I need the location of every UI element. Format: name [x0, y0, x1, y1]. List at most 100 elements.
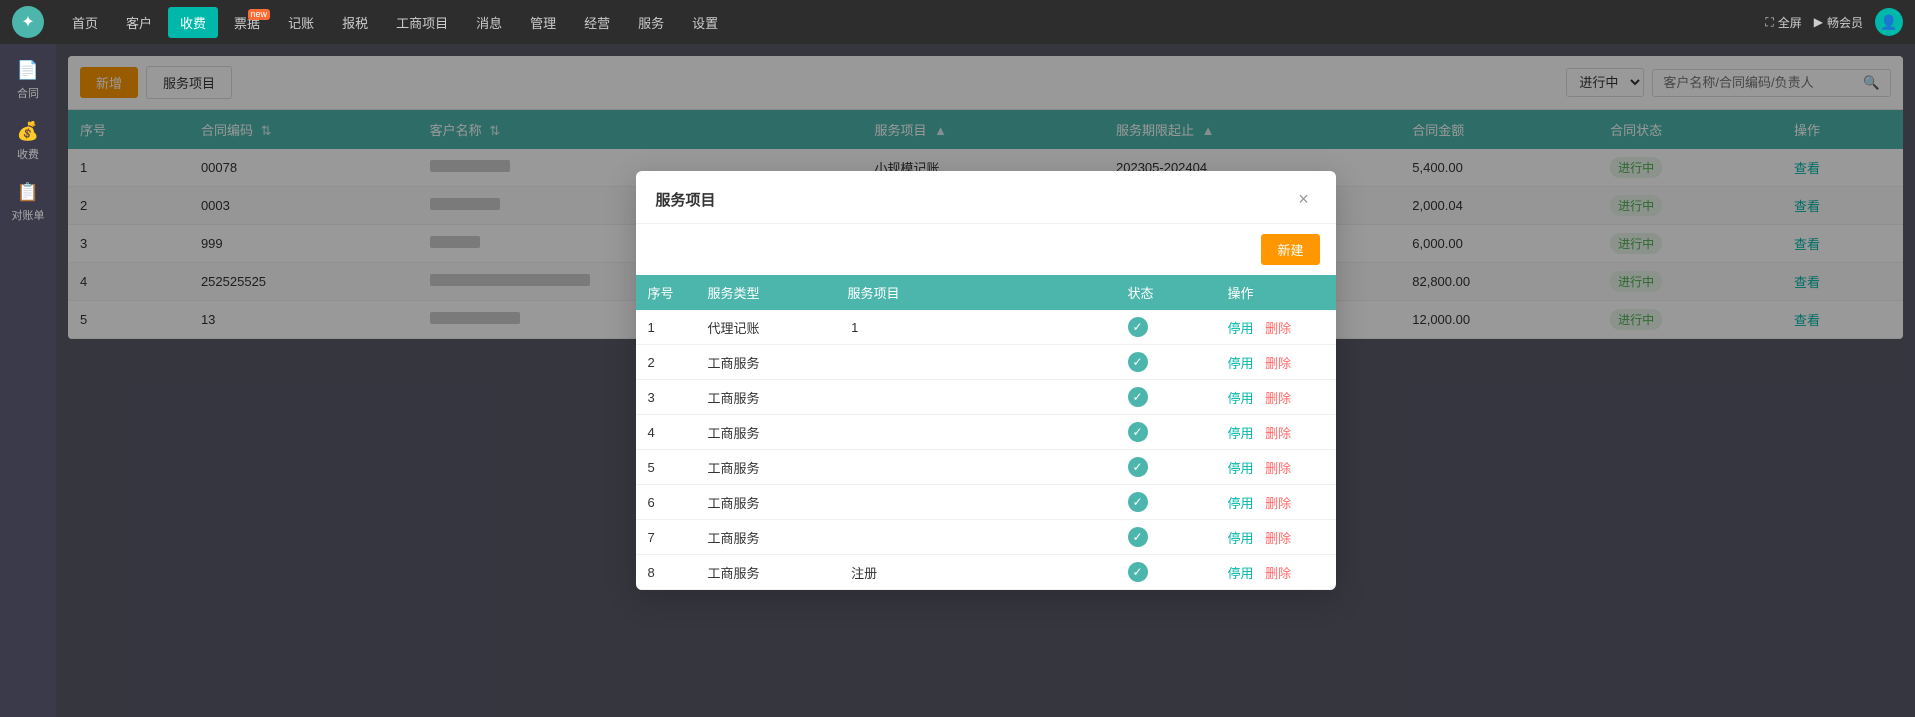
member-button[interactable]: ▶ 畅会员: [1814, 14, 1863, 31]
sidebar-item-billing[interactable]: 💰 收费: [4, 113, 52, 170]
service-items-modal: 服务项目 × 新建 序号 服务类型 服务项目 状态: [636, 171, 1336, 590]
modal-cell-status: ✓: [1116, 345, 1216, 380]
contract-icon: 📄: [17, 60, 39, 81]
status-check-icon: ✓: [1128, 562, 1148, 582]
modal-cell-status: ✓: [1116, 415, 1216, 450]
modal-cell-status: ✓: [1116, 520, 1216, 555]
modal-table-row: 7 工商服务 ✓ 停用 删除: [636, 520, 1336, 555]
modal-cell-seq: 5: [636, 450, 696, 485]
status-check-icon: ✓: [1128, 527, 1148, 547]
modal-col-status: 状态: [1116, 275, 1216, 310]
modal-cell-type: 代理记账: [696, 310, 836, 345]
nav-customer[interactable]: 客户: [114, 7, 164, 38]
modal-cell-action: 停用 删除: [1216, 380, 1336, 415]
modal-cell-status: ✓: [1116, 450, 1216, 485]
disable-link[interactable]: 停用: [1228, 461, 1254, 476]
modal-close-button[interactable]: ×: [1292, 187, 1316, 211]
sidebar-item-contract[interactable]: 📄 合同: [4, 52, 52, 109]
disable-link[interactable]: 停用: [1228, 496, 1254, 511]
nav-message[interactable]: 消息: [464, 7, 514, 38]
nav-service[interactable]: 服务: [626, 7, 676, 38]
modal-col-seq: 序号: [636, 275, 696, 310]
nav-account[interactable]: 记账: [276, 7, 326, 38]
billing-icon: 💰: [17, 121, 39, 142]
modal-cell-action: 停用 删除: [1216, 415, 1336, 450]
modal-cell-seq: 2: [636, 345, 696, 380]
member-icon: ▶: [1814, 15, 1823, 29]
modal-toolbar: 新建: [636, 224, 1336, 275]
modal-cell-seq: 1: [636, 310, 696, 345]
app-logo[interactable]: ✦: [12, 6, 44, 38]
modal-cell-item: [836, 520, 1116, 555]
modal-cell-seq: 4: [636, 415, 696, 450]
status-check-icon: ✓: [1128, 352, 1148, 372]
modal-new-button[interactable]: 新建: [1261, 234, 1319, 265]
disable-link[interactable]: 停用: [1228, 356, 1254, 371]
modal-cell-status: ✓: [1116, 380, 1216, 415]
modal-table-row: 5 工商服务 ✓ 停用 删除: [636, 450, 1336, 485]
status-check-icon: ✓: [1128, 457, 1148, 477]
delete-link[interactable]: 删除: [1265, 426, 1291, 441]
modal-cell-action: 停用 删除: [1216, 485, 1336, 520]
nav-tax[interactable]: 报税: [330, 7, 380, 38]
modal-table-row: 8 工商服务 注册 ✓ 停用 删除: [636, 555, 1336, 590]
modal-table-row: 3 工商服务 ✓ 停用 删除: [636, 380, 1336, 415]
modal-col-action: 操作: [1216, 275, 1336, 310]
nav-finance[interactable]: 经营: [572, 7, 622, 38]
nav-home[interactable]: 首页: [60, 7, 110, 38]
delete-link[interactable]: 删除: [1265, 531, 1291, 546]
modal-table-row: 6 工商服务 ✓ 停用 删除: [636, 485, 1336, 520]
modal-cell-type: 工商服务: [696, 380, 836, 415]
modal-cell-type: 工商服务: [696, 345, 836, 380]
delete-link[interactable]: 删除: [1265, 321, 1291, 336]
modal-col-type: 服务类型: [696, 275, 836, 310]
modal-cell-seq: 7: [636, 520, 696, 555]
status-check-icon: ✓: [1128, 422, 1148, 442]
disable-link[interactable]: 停用: [1228, 426, 1254, 441]
delete-link[interactable]: 删除: [1265, 496, 1291, 511]
disable-link[interactable]: 停用: [1228, 531, 1254, 546]
delete-link[interactable]: 删除: [1265, 566, 1291, 581]
nav-settings[interactable]: 设置: [680, 7, 730, 38]
sidebar-item-reconcile[interactable]: 📋 对账单: [4, 174, 52, 231]
modal-cell-item: 1: [836, 310, 1116, 345]
main-layout: 📄 合同 💰 收费 📋 对账单 新增 服务项目 进行中 已完成 已终止: [0, 44, 1915, 717]
disable-link[interactable]: 停用: [1228, 391, 1254, 406]
delete-link[interactable]: 删除: [1265, 461, 1291, 476]
user-avatar[interactable]: 👤: [1875, 8, 1903, 36]
modal-cell-status: ✓: [1116, 310, 1216, 345]
delete-link[interactable]: 删除: [1265, 391, 1291, 406]
top-navigation: ✦ 首页 客户 收费 票据 new 记账 报税 工商项目 消息 管理 经营 服务…: [0, 0, 1915, 44]
nav-manage[interactable]: 管理: [518, 7, 568, 38]
nav-industrial[interactable]: 工商项目: [384, 7, 460, 38]
invoice-badge: new: [248, 9, 271, 20]
fullscreen-button[interactable]: ⛶ 全屏: [1765, 14, 1801, 31]
modal-col-item: 服务项目: [836, 275, 1116, 310]
content-area: 新增 服务项目 进行中 已完成 已终止 🔍: [56, 44, 1915, 717]
modal-cell-type: 工商服务: [696, 415, 836, 450]
modal-cell-action: 停用 删除: [1216, 555, 1336, 590]
delete-link[interactable]: 删除: [1265, 356, 1291, 371]
modal-cell-action: 停用 删除: [1216, 520, 1336, 555]
modal-cell-type: 工商服务: [696, 555, 836, 590]
nav-billing[interactable]: 收费: [168, 7, 218, 38]
modal-cell-action: 停用 删除: [1216, 450, 1336, 485]
modal-cell-item: 注册: [836, 555, 1116, 590]
modal-body: 序号 服务类型 服务项目 状态 操作 1 代理记账 1 ✓ 停用 删除: [636, 275, 1336, 590]
disable-link[interactable]: 停用: [1228, 566, 1254, 581]
nav-invoice[interactable]: 票据 new: [222, 7, 272, 38]
modal-title: 服务项目: [656, 189, 716, 210]
modal-cell-seq: 8: [636, 555, 696, 590]
sidebar: 📄 合同 💰 收费 📋 对账单: [0, 44, 56, 717]
status-check-icon: ✓: [1128, 387, 1148, 407]
disable-link[interactable]: 停用: [1228, 321, 1254, 336]
modal-cell-item: [836, 345, 1116, 380]
modal-cell-status: ✓: [1116, 485, 1216, 520]
reconcile-icon: 📋: [17, 182, 39, 203]
modal-cell-item: [836, 485, 1116, 520]
modal-cell-type: 工商服务: [696, 520, 836, 555]
modal-header: 服务项目 ×: [636, 171, 1336, 224]
modal-table-row: 1 代理记账 1 ✓ 停用 删除: [636, 310, 1336, 345]
nav-right-area: ⛶ 全屏 ▶ 畅会员 👤: [1765, 8, 1903, 36]
modal-overlay: 服务项目 × 新建 序号 服务类型 服务项目 状态: [56, 44, 1915, 717]
